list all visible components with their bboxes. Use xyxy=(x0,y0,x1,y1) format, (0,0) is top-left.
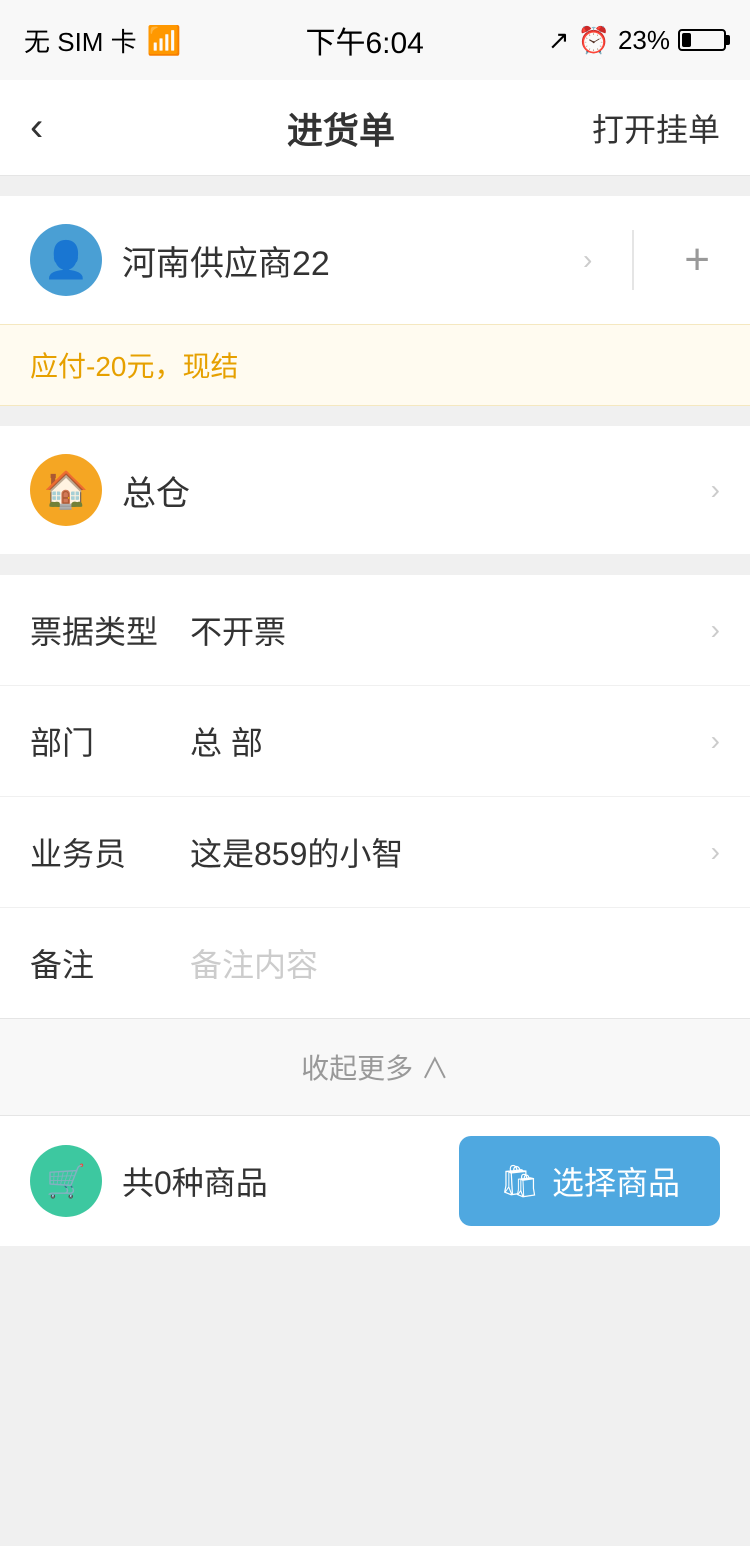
warehouse-row[interactable]: 🏠 总仓 › xyxy=(0,426,750,554)
supplier-chevron-icon: › xyxy=(583,244,592,276)
supplier-divider xyxy=(632,230,634,290)
remark-label: 备注 xyxy=(30,940,170,986)
supplier-avatar: 👤 xyxy=(30,224,102,296)
product-icon: 🛒 xyxy=(30,1145,102,1217)
status-right: ↗ ⏰ 23% xyxy=(548,25,726,56)
collapse-row[interactable]: 收起更多 ∧ xyxy=(0,1018,750,1115)
product-count: 共0种商品 xyxy=(122,1158,439,1204)
dept-value: 总 部 xyxy=(170,718,711,764)
product-icon-symbol: 🛒 xyxy=(46,1162,86,1200)
page-title: 进货单 xyxy=(287,102,395,154)
remark-row[interactable]: 备注 备注内容 xyxy=(0,907,750,1018)
select-btn-icon: 🛍 xyxy=(499,1162,540,1200)
section-gap-2 xyxy=(0,406,750,426)
form-section: 票据类型 不开票 › 部门 总 部 › 业务员 这是859的小智 › 备注 备注… xyxy=(0,574,750,1115)
content-background xyxy=(0,1246,750,1546)
alarm-icon: ⏰ xyxy=(578,25,610,56)
status-time: 下午6:04 xyxy=(305,18,423,62)
warehouse-icon-symbol: 🏠 xyxy=(44,469,89,511)
payable-notice: 应付-20元，现结 xyxy=(0,324,750,406)
warehouse-chevron-icon: › xyxy=(711,474,720,506)
collapse-label: 收起更多 ∧ xyxy=(301,1047,449,1087)
supplier-name: 河南供应商22 xyxy=(122,236,563,285)
warehouse-section: 🏠 总仓 › xyxy=(0,426,750,554)
warehouse-name: 总仓 xyxy=(122,466,691,515)
section-gap-3 xyxy=(0,554,750,574)
sales-value: 这是859的小智 xyxy=(170,829,711,875)
invoice-row[interactable]: 票据类型 不开票 › xyxy=(0,574,750,685)
status-left: 无 SIM 卡 📶 xyxy=(24,22,182,59)
nav-bar: ‹ 进货单 打开挂单 xyxy=(0,80,750,176)
dept-row[interactable]: 部门 总 部 › xyxy=(0,685,750,796)
warehouse-icon: 🏠 xyxy=(30,454,102,526)
supplier-section: 👤 河南供应商22 › + 应付-20元，现结 xyxy=(0,196,750,406)
payable-text: 应付-20元，现结 xyxy=(30,351,238,382)
supplier-avatar-icon: 👤 xyxy=(44,239,89,281)
supplier-row[interactable]: 👤 河南供应商22 › + xyxy=(0,196,750,324)
bottom-bar: 🛒 共0种商品 🛍 选择商品 xyxy=(0,1115,750,1246)
invoice-value: 不开票 xyxy=(170,607,711,653)
supplier-add-button[interactable]: + xyxy=(674,235,720,285)
invoice-chevron-icon: › xyxy=(711,614,720,646)
select-product-button[interactable]: 🛍 选择商品 xyxy=(459,1136,720,1226)
dept-chevron-icon: › xyxy=(711,725,720,757)
battery-icon xyxy=(678,29,726,51)
carrier-text: 无 SIM 卡 xyxy=(24,22,137,59)
invoice-label: 票据类型 xyxy=(30,607,170,653)
sales-chevron-icon: › xyxy=(711,836,720,868)
status-bar: 无 SIM 卡 📶 下午6:04 ↗ ⏰ 23% xyxy=(0,0,750,80)
location-icon: ↗ xyxy=(548,25,570,56)
battery-percentage: 23% xyxy=(618,25,670,56)
open-pending-button[interactable]: 打开挂单 xyxy=(592,105,720,151)
section-gap-1 xyxy=(0,176,750,196)
back-button[interactable]: ‹ xyxy=(30,105,90,150)
sales-label: 业务员 xyxy=(30,829,170,875)
sales-row[interactable]: 业务员 这是859的小智 › xyxy=(0,796,750,907)
wifi-icon: 📶 xyxy=(147,24,182,57)
select-btn-label: 选择商品 xyxy=(552,1158,680,1204)
dept-label: 部门 xyxy=(30,718,170,764)
remark-input[interactable]: 备注内容 xyxy=(170,940,720,986)
